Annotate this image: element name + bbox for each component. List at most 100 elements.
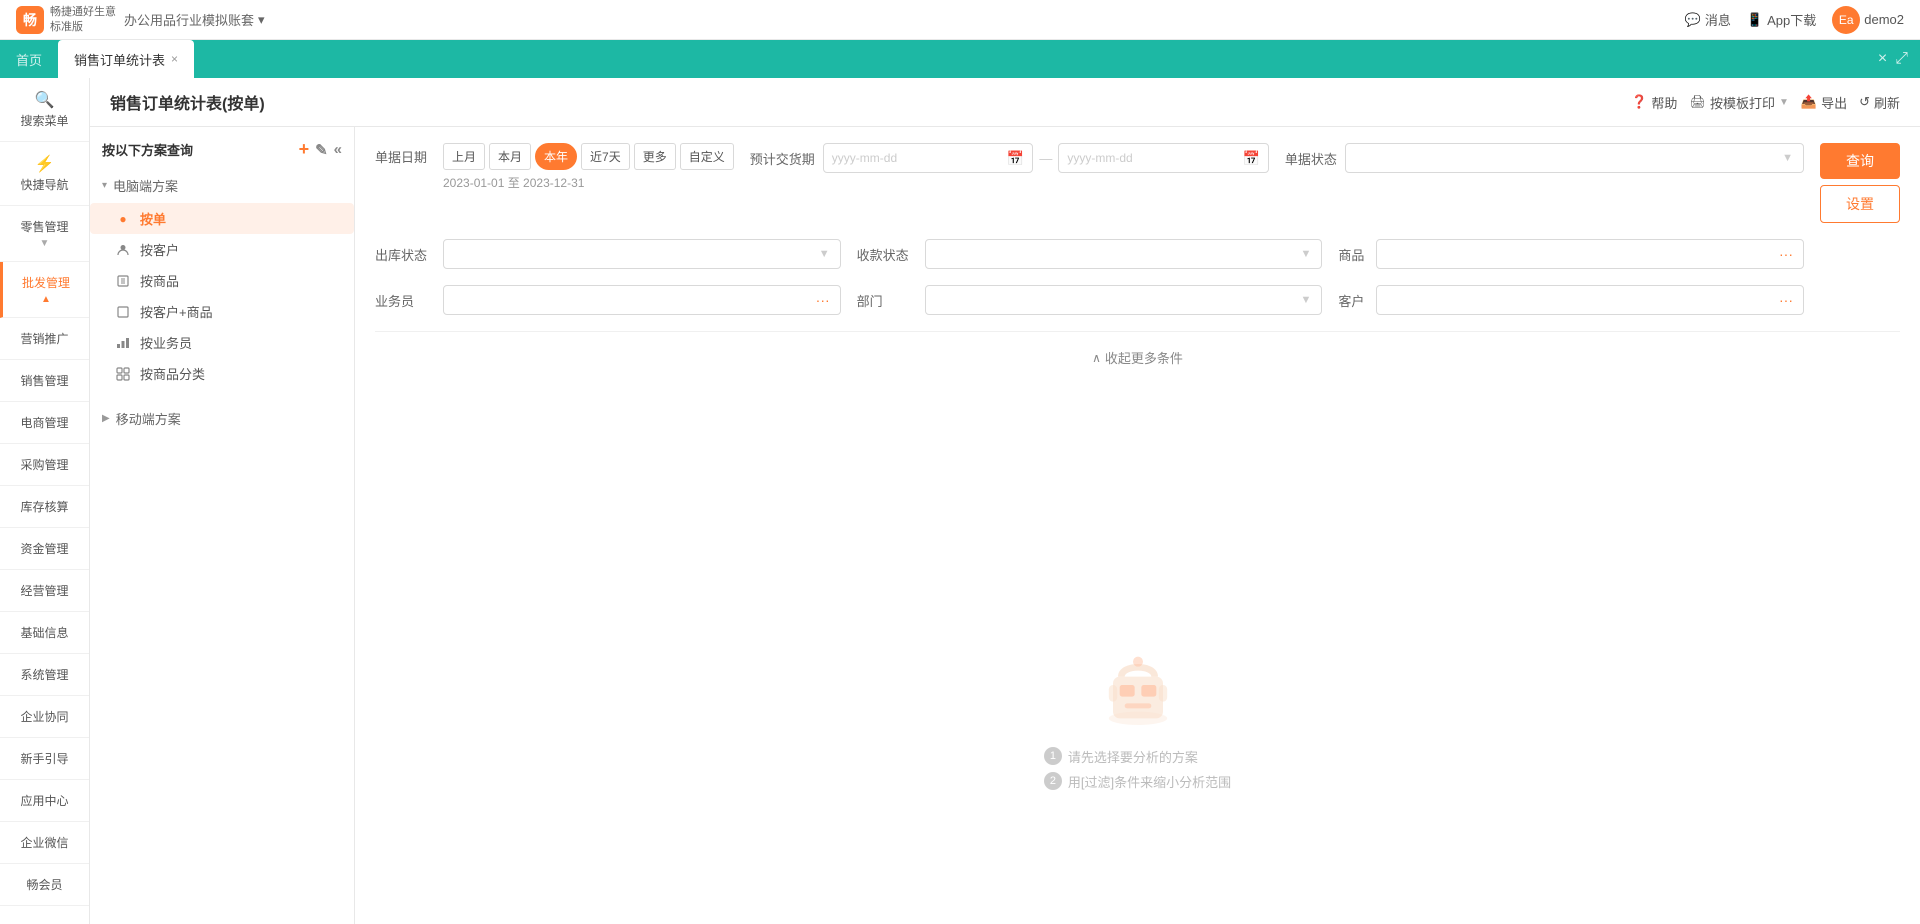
- collapse-conditions-btn[interactable]: ∧ 收起更多条件: [375, 331, 1900, 383]
- logo-text: 畅捷通好生意 标准版: [50, 5, 116, 34]
- sidebar-item-quicknav[interactable]: ⚡ 快捷导航: [0, 142, 89, 206]
- scheme-item-by-customer-goods[interactable]: 按客户+商品: [90, 296, 354, 327]
- sidebar-item-purchase[interactable]: 采购管理: [0, 444, 89, 486]
- sidebar-item-search[interactable]: 🔍 搜索菜单: [0, 78, 89, 142]
- sidebar-item-basic-info[interactable]: 基础信息: [0, 612, 89, 654]
- filter-date-group: 单据日期 上月 本月 本年 近7天 更多 自定义: [375, 143, 734, 191]
- sidebar-label-vip: 畅会员: [0, 876, 89, 893]
- sidebar-item-ecommerce[interactable]: 电商管理: [0, 402, 89, 444]
- help-btn[interactable]: ❓ 帮助: [1631, 93, 1677, 112]
- scheme-category-arrow: ▾: [102, 180, 107, 191]
- salesperson-ellipsis-icon[interactable]: ···: [816, 292, 830, 308]
- scheme-item-by-goods[interactable]: 按商品: [90, 265, 354, 296]
- scheme-order-label: 按单: [140, 209, 166, 228]
- customer-ellipsis-icon[interactable]: ···: [1779, 292, 1793, 308]
- date-btn-more[interactable]: 更多: [634, 143, 676, 170]
- date-btn-custom[interactable]: 自定义: [680, 143, 734, 170]
- print-label: 按模板打印: [1710, 93, 1775, 112]
- query-btn[interactable]: 查询: [1820, 143, 1900, 179]
- scheme-item-by-order[interactable]: ● 按单: [90, 203, 354, 234]
- goods-ellipsis-icon[interactable]: ···: [1779, 246, 1793, 262]
- scheme-add-btn[interactable]: +: [299, 139, 310, 160]
- filter-shipping-group: 出库状态 ▼: [375, 239, 841, 269]
- sidebar-item-vip[interactable]: 畅会员: [0, 864, 89, 906]
- status-select[interactable]: ▼: [1345, 143, 1804, 173]
- inner-layout: 按以下方案查询 + ✎ « ▾ 电脑端方案 ● 按单: [90, 127, 1920, 924]
- sidebar-item-inventory[interactable]: 库存核算: [0, 486, 89, 528]
- calendar-end-icon: 📅: [1242, 150, 1259, 167]
- sidebar-item-sales[interactable]: 销售管理: [0, 360, 89, 402]
- tab-home-label: 首页: [16, 50, 42, 69]
- sidebar-item-retail[interactable]: 零售管理 ▼: [0, 206, 89, 262]
- app-download-label: App下载: [1767, 10, 1816, 29]
- scheme-item-by-customer[interactable]: 按客户: [90, 234, 354, 265]
- delivery-start-placeholder: yyyy-mm-dd: [832, 151, 897, 165]
- refresh-btn[interactable]: ↺ 刷新: [1859, 93, 1900, 112]
- main-layout: 🔍 搜索菜单 ⚡ 快捷导航 零售管理 ▼ 批发管理 ▲ 营销推广 销售管理 电商…: [0, 78, 1920, 924]
- scheme-item-by-category[interactable]: 按商品分类: [90, 358, 354, 389]
- sidebar-item-collab[interactable]: 企业协同: [0, 696, 89, 738]
- breadcrumb-text: 办公用品行业模拟账套: [124, 10, 254, 29]
- maximize-window-btn[interactable]: ⤢: [1895, 50, 1908, 68]
- filter-date-header: 单据日期 上月 本月 本年 近7天 更多 自定义: [375, 143, 734, 170]
- filter-dept-group: 部门 ▼: [857, 285, 1323, 315]
- breadcrumb[interactable]: 办公用品行业模拟账套 ▾: [124, 10, 265, 29]
- sidebar-item-marketing[interactable]: 营销推广: [0, 318, 89, 360]
- sidebar-label-sales: 销售管理: [0, 372, 89, 389]
- message-btn[interactable]: 💬 消息: [1685, 10, 1731, 29]
- dept-select[interactable]: ▼: [925, 285, 1323, 315]
- scheme-item-by-salesperson[interactable]: 按业务员: [90, 327, 354, 358]
- filter-area: 单据日期 上月 本月 本年 近7天 更多 自定义: [355, 127, 1920, 502]
- sidebar-item-wechat[interactable]: 企业微信: [0, 822, 89, 864]
- filter-status-group: 单据状态 ▼: [1285, 143, 1804, 173]
- salesperson-input[interactable]: ···: [443, 285, 841, 315]
- scheme-category-header[interactable]: ▾ 电脑端方案: [102, 172, 342, 199]
- sidebar-item-operations[interactable]: 经营管理: [0, 570, 89, 612]
- refresh-icon: ↺: [1859, 94, 1870, 110]
- empty-tips: 1 请先选择要分析的方案 2 用[过滤]条件来缩小分析范围: [1044, 747, 1231, 791]
- logo-area: 畅 畅捷通好生意 标准版: [16, 5, 116, 34]
- tab-sales-order-stats[interactable]: 销售订单统计表 ×: [58, 40, 194, 78]
- filter-and-results: 单据日期 上月 本月 本年 近7天 更多 自定义: [355, 127, 1920, 924]
- sidebar-item-system[interactable]: 系统管理: [0, 654, 89, 696]
- delivery-start-input[interactable]: yyyy-mm-dd 📅: [823, 143, 1034, 173]
- customer-input[interactable]: ···: [1376, 285, 1804, 315]
- date-btn-last-7-days[interactable]: 近7天: [581, 143, 630, 170]
- delivery-end-input[interactable]: yyyy-mm-dd 📅: [1058, 143, 1269, 173]
- export-btn[interactable]: 📤 导出: [1801, 93, 1847, 112]
- tab-home[interactable]: 首页: [0, 40, 58, 78]
- sidebar-label-wechat: 企业微信: [0, 834, 89, 851]
- print-btn[interactable]: 🖨 按模板打印 ▼: [1689, 93, 1788, 112]
- sidebar-item-finance[interactable]: 资金管理: [0, 528, 89, 570]
- topbar-right: 💬 消息 📱 App下载 Ea demo2: [1685, 6, 1904, 34]
- sidebar-label-retail: 零售管理: [0, 218, 89, 235]
- date-btn-this-month[interactable]: 本月: [489, 143, 531, 170]
- retail-expand-icon: ▼: [40, 238, 50, 249]
- tab-close-btn[interactable]: ×: [171, 52, 178, 66]
- print-icon: 🖨: [1689, 94, 1706, 110]
- filter-row-3: 业务员 ··· 部门 ▼: [375, 285, 1900, 315]
- scheme-mobile-header[interactable]: ▶ 移动端方案: [102, 405, 342, 432]
- app-download-btn[interactable]: 📱 App下载: [1747, 10, 1816, 29]
- settings-btn[interactable]: 设置: [1820, 185, 1900, 223]
- sidebar-item-appstore[interactable]: 应用中心: [0, 780, 89, 822]
- user-profile[interactable]: Ea demo2: [1832, 6, 1904, 34]
- filter-row-2: 出库状态 ▼ 收款状态 ▼: [375, 239, 1900, 269]
- sidebar: 🔍 搜索菜单 ⚡ 快捷导航 零售管理 ▼ 批发管理 ▲ 营销推广 销售管理 电商…: [0, 78, 90, 924]
- payment-select[interactable]: ▼: [925, 239, 1323, 269]
- sidebar-label-collab: 企业协同: [0, 708, 89, 725]
- scheme-collapse-btn[interactable]: «: [334, 141, 342, 158]
- page-title: 销售订单统计表(按单): [110, 90, 265, 126]
- scheme-edit-btn[interactable]: ✎: [315, 141, 328, 159]
- sidebar-label-inventory: 库存核算: [0, 498, 89, 515]
- scheme-goods-icon: [114, 272, 132, 290]
- date-btn-last-month[interactable]: 上月: [443, 143, 485, 170]
- goods-input[interactable]: ···: [1376, 239, 1804, 269]
- close-window-btn[interactable]: ×: [1878, 50, 1887, 68]
- sidebar-item-wholesale[interactable]: 批发管理 ▲: [0, 262, 89, 318]
- date-btn-this-year[interactable]: 本年: [535, 143, 577, 170]
- sidebar-item-guide[interactable]: 新手引导: [0, 738, 89, 780]
- goods-filter-label: 商品: [1338, 245, 1368, 264]
- scheme-panel-actions: + ✎ «: [299, 139, 342, 160]
- shipping-select[interactable]: ▼: [443, 239, 841, 269]
